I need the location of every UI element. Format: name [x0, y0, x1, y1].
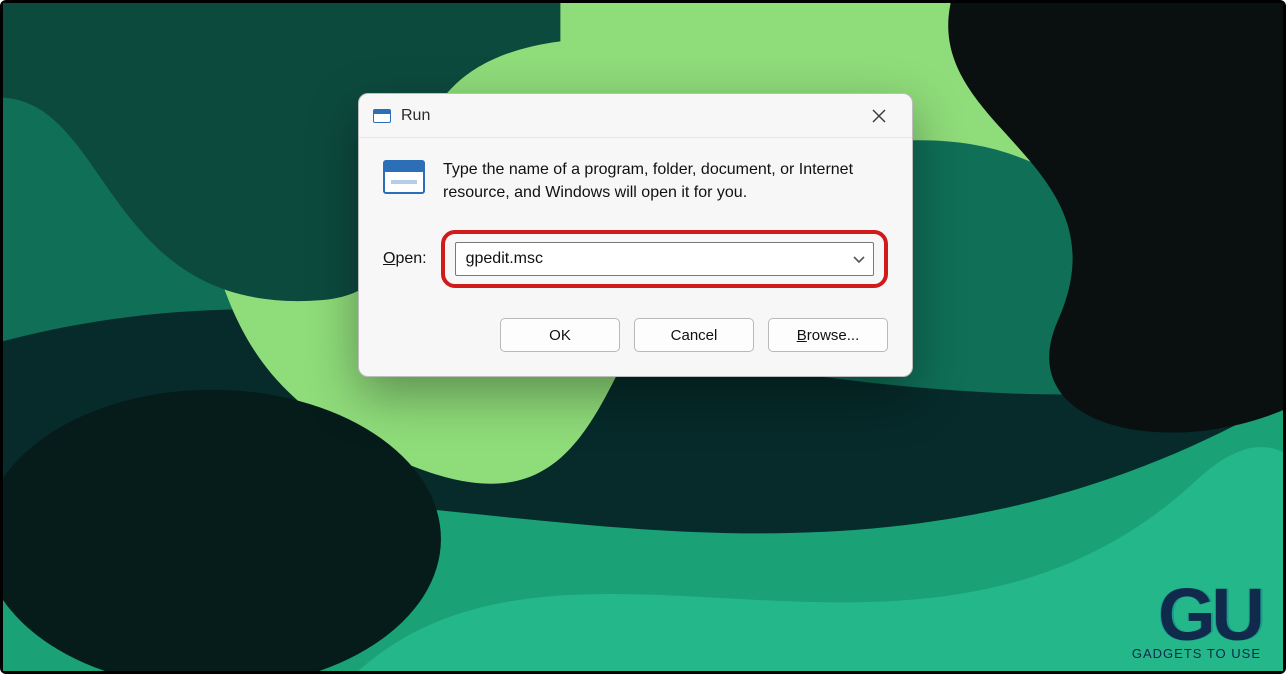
close-icon [872, 109, 886, 123]
watermark-logo: GU [1132, 585, 1261, 644]
run-large-icon [383, 160, 425, 194]
cancel-button[interactable]: Cancel [634, 318, 754, 352]
watermark: GU GADGETS TO USE [1132, 585, 1261, 661]
dialog-title: Run [401, 107, 430, 125]
run-icon [373, 109, 391, 123]
open-input[interactable] [456, 243, 845, 275]
ok-button[interactable]: OK [500, 318, 620, 352]
watermark-tagline: GADGETS TO USE [1132, 646, 1261, 661]
desktop: Run Type the name of a program, folder, … [0, 0, 1286, 674]
open-label: Open: [383, 250, 427, 268]
chevron-down-icon [852, 252, 866, 266]
titlebar[interactable]: Run [359, 94, 912, 138]
open-combobox[interactable] [455, 242, 874, 276]
input-highlight [441, 230, 888, 288]
dialog-description: Type the name of a program, folder, docu… [443, 158, 888, 204]
close-button[interactable] [856, 94, 902, 138]
open-dropdown-button[interactable] [845, 243, 873, 275]
browse-button[interactable]: Browse... [768, 318, 888, 352]
dialog-button-row: OK Cancel Browse... [359, 296, 912, 376]
run-dialog: Run Type the name of a program, folder, … [358, 93, 913, 377]
